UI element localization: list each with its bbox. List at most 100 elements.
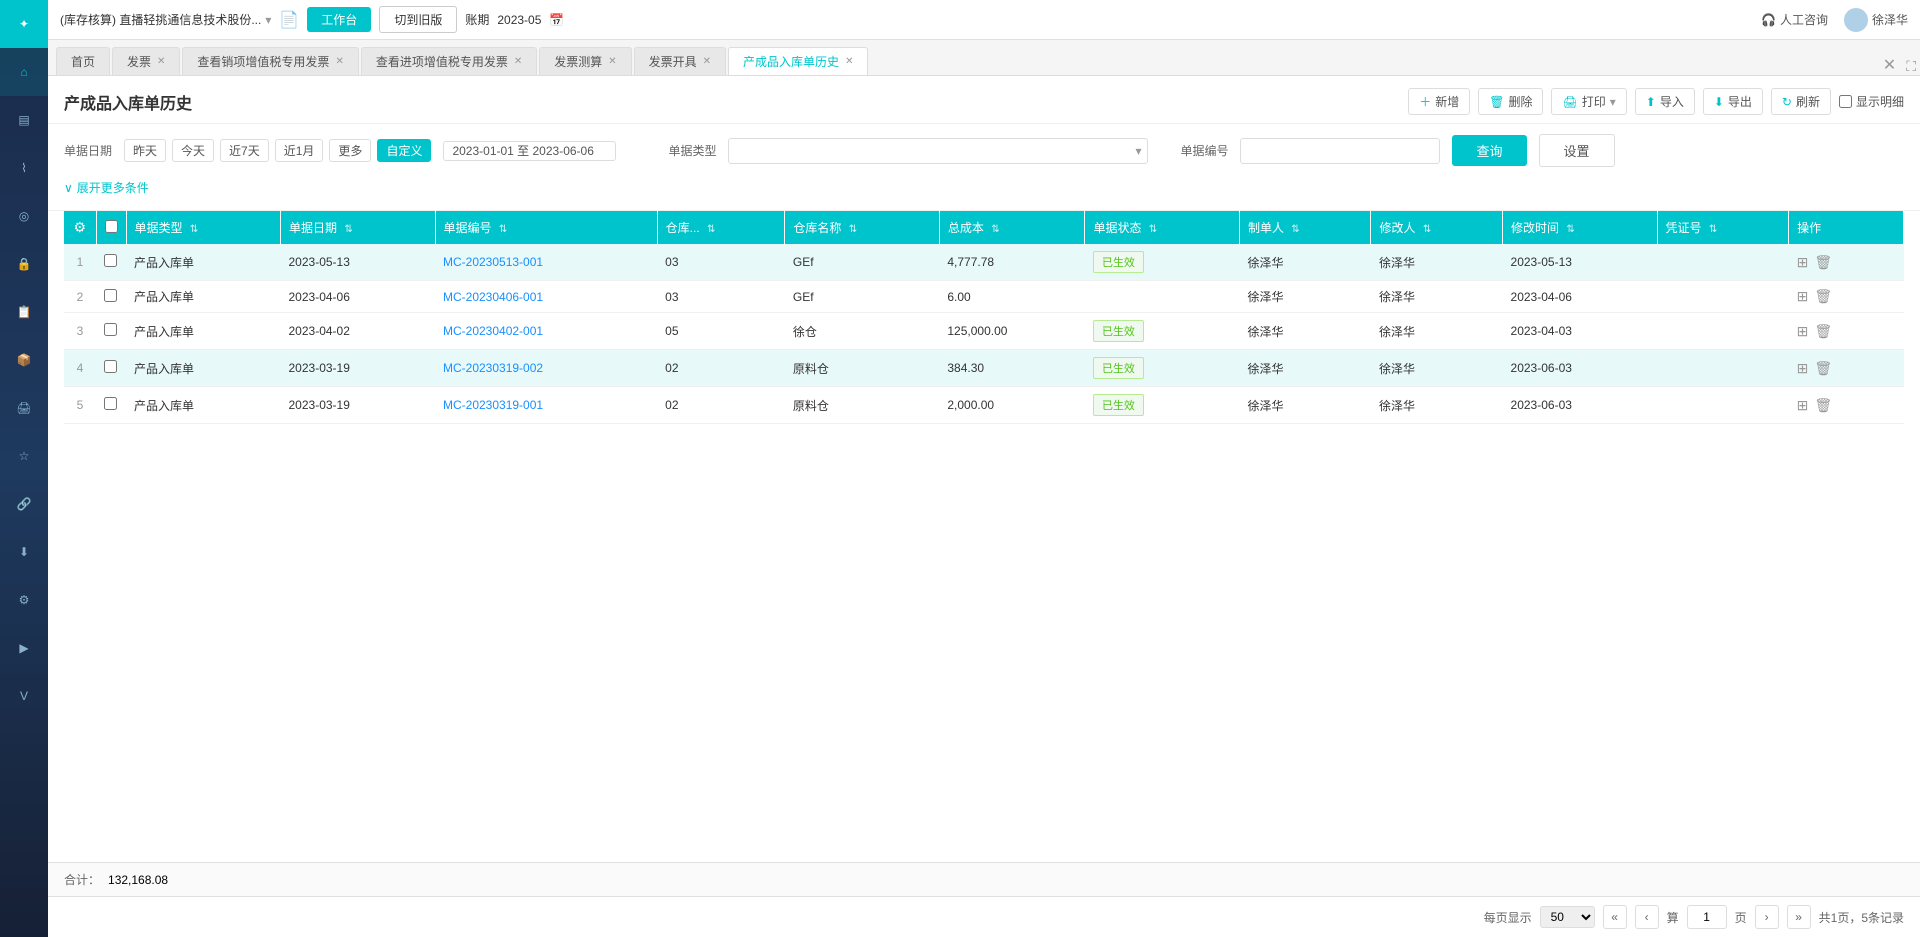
delete-row-icon[interactable]: 🗑 <box>1814 397 1832 414</box>
tab-product-in-close[interactable]: ✕ <box>845 56 853 67</box>
sidebar-item-clipboard[interactable]: 📋 <box>0 288 48 336</box>
customer-service-link[interactable]: 🎧 人工咨询 <box>1761 11 1828 28</box>
row-checkbox-cell[interactable] <box>96 313 126 350</box>
sidebar-item-link[interactable]: 🔗 <box>0 480 48 528</box>
user-menu[interactable]: 徐泽华 <box>1844 8 1908 32</box>
row-checkbox[interactable] <box>104 254 117 267</box>
print-button[interactable]: 🖨 打印 ▾ <box>1551 88 1626 115</box>
today-btn[interactable]: 今天 <box>172 139 214 162</box>
edit-icon[interactable]: ⊞ <box>1797 288 1809 305</box>
first-page-btn[interactable]: « <box>1603 905 1627 929</box>
row-checkbox[interactable] <box>104 397 117 410</box>
sidebar-item-inventory[interactable]: 📦 <box>0 336 48 384</box>
sort-icon-wh-name[interactable]: ⇅ <box>849 224 857 235</box>
sidebar-item-download[interactable]: ⬇ <box>0 528 48 576</box>
row-doc-number[interactable]: MC-20230319-002 <box>435 350 657 387</box>
sidebar-item-analytics[interactable]: ⌇ <box>0 144 48 192</box>
tab-input-vat-close[interactable]: ✕ <box>514 56 522 67</box>
doc-number-link[interactable]: MC-20230406-001 <box>443 290 543 304</box>
sidebar-item-home[interactable]: ⌂ <box>0 48 48 96</box>
new-button[interactable]: ＋ 新增 <box>1408 88 1470 115</box>
row-checkbox[interactable] <box>104 360 117 373</box>
tab-calc[interactable]: 发票测算 ✕ <box>539 47 631 75</box>
next-page-btn[interactable]: › <box>1755 905 1779 929</box>
sidebar-item-play[interactable]: ▶ <box>0 624 48 672</box>
last1month-btn[interactable]: 近1月 <box>275 139 324 162</box>
prev-page-btn[interactable]: ‹ <box>1635 905 1659 929</box>
tab-sales-vat-close[interactable]: ✕ <box>335 56 343 67</box>
doc-number-link[interactable]: MC-20230513-001 <box>443 255 543 269</box>
tab-sales-vat[interactable]: 查看销项增值税专用发票 ✕ <box>182 47 358 75</box>
row-checkbox-cell[interactable] <box>96 244 126 281</box>
sort-icon-creator[interactable]: ⇅ <box>1291 224 1299 235</box>
select-all-checkbox[interactable] <box>105 220 118 233</box>
delete-row-icon[interactable]: 🗑 <box>1814 323 1832 340</box>
export-button[interactable]: ⬇ 导出 <box>1703 88 1763 115</box>
date-range-input[interactable] <box>443 141 616 161</box>
import-button[interactable]: ⬆ 导入 <box>1635 88 1695 115</box>
dropdown-arrow-icon[interactable]: ▾ <box>265 13 271 27</box>
th-settings[interactable]: ⚙ <box>64 211 96 244</box>
doc-number-link[interactable]: MC-20230319-001 <box>443 398 543 412</box>
sidebar-item-docs[interactable]: ▤ <box>0 96 48 144</box>
sort-icon-number[interactable]: ⇅ <box>499 224 507 235</box>
row-checkbox-cell[interactable] <box>96 281 126 313</box>
close-all-tabs[interactable]: ✕ <box>1883 55 1896 75</box>
tab-calc-close[interactable]: ✕ <box>608 56 616 67</box>
sort-icon-wh-code[interactable]: ⇅ <box>707 224 715 235</box>
refresh-button[interactable]: ↻ 刷新 <box>1771 88 1831 115</box>
expand-filter-btn[interactable]: ∨ 展开更多条件 <box>64 175 149 200</box>
row-checkbox[interactable] <box>104 323 117 336</box>
sidebar-item-star[interactable]: ☆ <box>0 432 48 480</box>
tab-product-in[interactable]: 产成品入库单历史 ✕ <box>728 47 868 75</box>
custom-btn[interactable]: 自定义 <box>377 139 431 162</box>
sort-icon-mtime[interactable]: ⇅ <box>1566 224 1574 235</box>
query-button[interactable]: 查询 <box>1452 135 1526 166</box>
switch-to-old-button[interactable]: 切到旧版 <box>379 6 457 33</box>
calendar-icon[interactable]: 📅 <box>549 13 564 27</box>
edit-icon[interactable]: ⊞ <box>1797 397 1809 414</box>
row-doc-number[interactable]: MC-20230319-001 <box>435 387 657 424</box>
delete-row-icon[interactable]: 🗑 <box>1814 254 1832 271</box>
sidebar-item-v[interactable]: V <box>0 672 48 720</box>
sort-icon-voucher[interactable]: ⇅ <box>1709 224 1717 235</box>
row-checkbox[interactable] <box>104 289 117 302</box>
row-checkbox-cell[interactable] <box>96 387 126 424</box>
row-checkbox-cell[interactable] <box>96 350 126 387</box>
edit-icon[interactable]: ⊞ <box>1797 360 1809 377</box>
edit-icon[interactable]: ⊞ <box>1797 323 1809 340</box>
yesterday-btn[interactable]: 昨天 <box>124 139 166 162</box>
row-doc-number[interactable]: MC-20230402-001 <box>435 313 657 350</box>
delete-button[interactable]: 🗑 删除 <box>1478 88 1543 115</box>
edit-icon[interactable]: ⊞ <box>1797 254 1809 271</box>
delete-row-icon[interactable]: 🗑 <box>1814 360 1832 377</box>
sort-icon-modifier[interactable]: ⇅ <box>1423 224 1431 235</box>
show-detail-input[interactable] <box>1839 95 1852 108</box>
app-logo[interactable]: ✦ <box>0 0 48 48</box>
tab-issue-close[interactable]: ✕ <box>703 56 711 67</box>
delete-row-icon[interactable]: 🗑 <box>1814 288 1832 305</box>
settings-gear-icon[interactable]: ⚙ <box>73 219 86 235</box>
sidebar-item-print[interactable]: 🖨 <box>0 384 48 432</box>
more-btn[interactable]: 更多 <box>329 139 371 162</box>
doc-type-input[interactable] <box>729 144 1129 158</box>
page-number-input[interactable] <box>1687 905 1727 929</box>
sidebar-item-settings[interactable]: ⚙ <box>0 576 48 624</box>
page-size-select[interactable]: 50 100 200 <box>1540 906 1595 928</box>
tab-invoice[interactable]: 发票 ✕ <box>112 47 180 75</box>
doc-number-link[interactable]: MC-20230402-001 <box>443 324 543 338</box>
row-doc-number[interactable]: MC-20230513-001 <box>435 244 657 281</box>
sidebar-item-circle[interactable]: ◎ <box>0 192 48 240</box>
doc-number-input[interactable] <box>1240 138 1440 164</box>
last7days-btn[interactable]: 近7天 <box>220 139 269 162</box>
doc-number-link[interactable]: MC-20230319-002 <box>443 361 543 375</box>
row-doc-number[interactable]: MC-20230406-001 <box>435 281 657 313</box>
tab-home[interactable]: 首页 <box>56 47 110 75</box>
sort-icon-date[interactable]: ⇅ <box>344 224 352 235</box>
sort-icon-status[interactable]: ⇅ <box>1149 224 1157 235</box>
sort-icon-type[interactable]: ⇅ <box>190 224 198 235</box>
sort-icon-cost[interactable]: ⇅ <box>991 224 999 235</box>
workbench-button[interactable]: 工作台 <box>307 7 371 32</box>
tab-invoice-close[interactable]: ✕ <box>157 56 165 67</box>
doc-type-select[interactable]: ▾ <box>728 138 1148 164</box>
